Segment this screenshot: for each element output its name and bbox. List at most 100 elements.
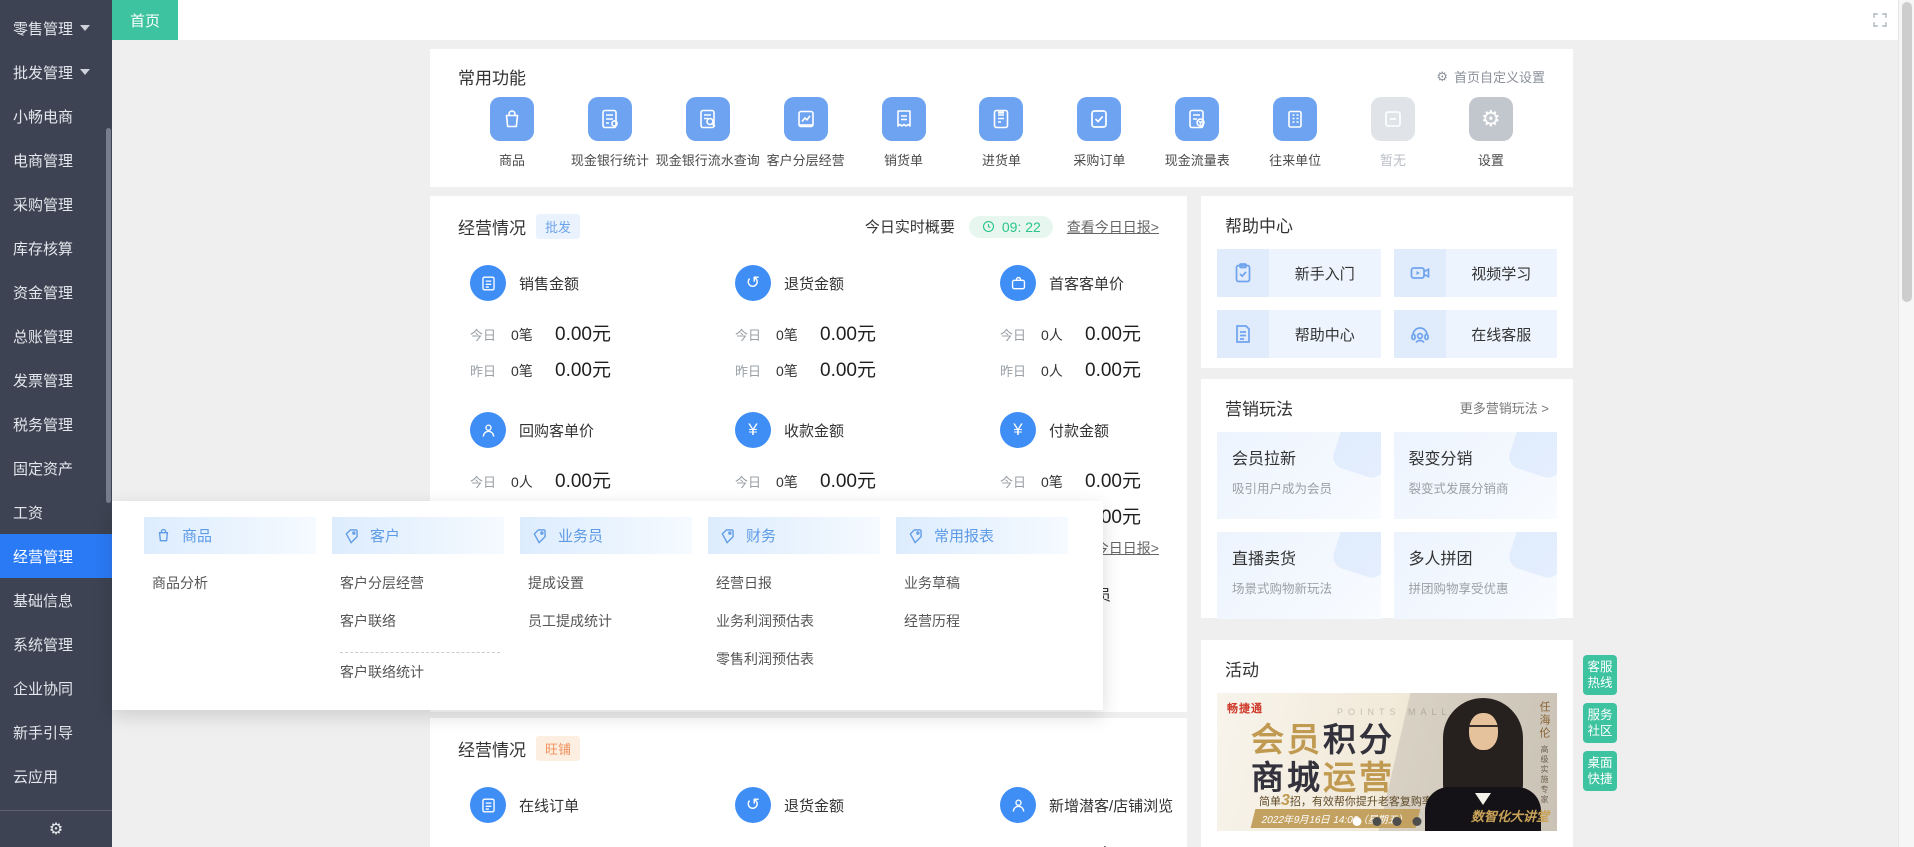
sidebar-item-xiaochang-ecommerce[interactable]: 小畅电商 bbox=[0, 94, 112, 138]
fullscreen-icon[interactable] bbox=[1871, 11, 1889, 29]
count-value: 0笔 bbox=[511, 363, 533, 379]
carousel-dot[interactable] bbox=[1392, 817, 1402, 826]
help-tile-label: 新手入门 bbox=[1294, 265, 1355, 283]
help-tile-online-service[interactable]: 在线客服 bbox=[1393, 310, 1557, 358]
page-scrollbar-thumb[interactable] bbox=[1902, 2, 1912, 302]
help-tile-help-center[interactable]: 帮助中心 bbox=[1217, 310, 1381, 358]
carousel-dot[interactable] bbox=[1412, 817, 1422, 826]
goods-tag-icon bbox=[158, 528, 169, 542]
quick-action-partner-units[interactable]: 往来单位 bbox=[1247, 97, 1343, 169]
goods-bag-icon bbox=[490, 97, 534, 141]
flyout-item-business-profit-forecast[interactable]: 业务利润预估表 bbox=[716, 614, 880, 628]
sidebar-settings-button[interactable]: ⚙ bbox=[0, 810, 112, 847]
marketing-tile-group-buying[interactable]: 多人拼团 拼团购物享受优惠 bbox=[1393, 532, 1557, 619]
flyout-item-business-history[interactable]: 经营历程 bbox=[904, 614, 1068, 628]
metric-label: 新增潜客/店铺浏览 bbox=[1049, 797, 1174, 815]
flyout-item-retail-profit-forecast[interactable]: 零售利润预估表 bbox=[716, 652, 880, 666]
quick-actions-title: 常用功能 bbox=[458, 69, 526, 88]
sidebar-item-business-management[interactable]: 经营管理 bbox=[0, 534, 121, 578]
sidebar-item-label: 总账管理 bbox=[13, 328, 74, 346]
sidebar-item-label: 库存核算 bbox=[13, 240, 74, 258]
flyout-item-goods-analysis[interactable]: 商品分析 bbox=[152, 576, 316, 590]
sidebar-menu: 零售管理 批发管理 小畅电商 电商管理 采购管理 库存核算 资金管理 总账管理 … bbox=[0, 0, 121, 798]
price-tag-icon bbox=[345, 529, 358, 544]
partner-units-icon bbox=[1273, 97, 1318, 141]
quick-action-settings[interactable]: ⚙ 设置 bbox=[1443, 97, 1539, 169]
quick-action-sales-order[interactable]: 销货单 bbox=[856, 97, 952, 169]
hidden-section-report-link-fragment[interactable]: 今日日报> bbox=[1095, 538, 1159, 558]
flyout-item-daily-business-report[interactable]: 经营日报 bbox=[716, 576, 880, 590]
quick-action-label: 进货单 bbox=[981, 153, 1021, 168]
view-daily-report-link[interactable]: 查看今日日报> bbox=[1067, 217, 1159, 237]
flyout-section-header: 财务 bbox=[708, 517, 880, 554]
quick-action-cash-bank-stats[interactable]: 现金银行统计 bbox=[562, 97, 658, 169]
sidebar-item-general-ledger[interactable]: 总账管理 bbox=[0, 314, 112, 358]
fab-label-line: 热线 bbox=[1587, 676, 1613, 690]
quick-action-empty: 暂无 bbox=[1345, 97, 1441, 169]
help-tile-label: 视频学习 bbox=[1471, 265, 1532, 283]
dashed-divider bbox=[340, 652, 500, 653]
metric-label: 回购客单价 bbox=[519, 422, 595, 440]
help-tile-video-learning[interactable]: 视频学习 bbox=[1393, 249, 1557, 297]
quick-action-customer-tier[interactable]: 客户分层经营 bbox=[758, 97, 854, 169]
sidebar-item-collaboration[interactable]: 企业协同 bbox=[0, 666, 112, 710]
sidebar-item-label: 新手引导 bbox=[13, 724, 74, 742]
sidebar-item-cloud-apps[interactable]: 云应用 bbox=[0, 754, 112, 798]
banner-subtitle: 简单3招，有效帮你提升老客复购率 bbox=[1259, 792, 1433, 809]
metric-label: 销售金额 bbox=[519, 275, 580, 293]
flyout-item-customer-tier[interactable]: 客户分层经营 bbox=[340, 576, 504, 590]
sidebar-item-funds[interactable]: 资金管理 bbox=[0, 270, 112, 314]
quick-action-purchase-order[interactable]: 采购订单 bbox=[1051, 97, 1147, 169]
sidebar-item-procurement[interactable]: 采购管理 bbox=[0, 182, 112, 226]
sidebar-item-basic-info[interactable]: 基础信息 bbox=[0, 578, 112, 622]
period-label: 今日 bbox=[735, 328, 762, 343]
sidebar-item-system[interactable]: 系统管理 bbox=[0, 622, 112, 666]
amount-value: 0.00元 bbox=[555, 841, 611, 847]
sidebar-item-payroll[interactable]: 工资 bbox=[0, 490, 112, 534]
realtime-clock-badge: 09: 22 bbox=[968, 215, 1053, 238]
sidebar-item-invoice[interactable]: 发票管理 bbox=[0, 358, 112, 402]
service-community-button[interactable]: 服务 社区 bbox=[1583, 703, 1617, 743]
metric-label: 首客客单价 bbox=[1049, 275, 1125, 293]
carousel-dot[interactable] bbox=[1352, 817, 1362, 826]
home-customize-button[interactable]: ⚙ 首页自定义设置 bbox=[1436, 67, 1545, 86]
marketing-tile-member-acquisition[interactable]: 会员拉新 吸引用户成为会员 bbox=[1217, 432, 1381, 519]
desktop-shortcut-button[interactable]: 桌面 快捷 bbox=[1583, 751, 1617, 791]
activity-banner[interactable]: 畅捷通 POINTS MALL 会员积分 商城运营 简单3招，有效帮你提升老客复… bbox=[1217, 693, 1557, 831]
service-hotline-button[interactable]: 客服 热线 bbox=[1583, 655, 1617, 695]
help-tile-beginner[interactable]: 新手入门 bbox=[1217, 249, 1381, 297]
flyout-section-header: 客户 bbox=[332, 517, 504, 554]
cash-bank-stats-icon bbox=[587, 97, 632, 141]
sidebar-item-wholesale[interactable]: 批发管理 bbox=[0, 50, 112, 94]
flyout-item-business-drafts[interactable]: 业务草稿 bbox=[904, 576, 1068, 590]
activity-news-item[interactable]: 一键设置开单自动带出商品折扣价！ 2022-09-21 bbox=[1201, 831, 1573, 847]
sidebar-item-beginner-guide[interactable]: 新手引导 bbox=[0, 710, 112, 754]
sidebar-item-label: 经营管理 bbox=[13, 548, 74, 566]
sidebar-item-fixed-assets[interactable]: 固定资产 bbox=[0, 446, 112, 490]
more-marketing-link[interactable]: 更多营销玩法 > bbox=[1460, 398, 1549, 417]
quick-action-goods[interactable]: 商品 bbox=[464, 97, 560, 169]
sidebar-item-tax[interactable]: 税务管理 bbox=[0, 402, 112, 446]
tab-home[interactable]: 首页 bbox=[112, 0, 178, 40]
marketing-tile-fission-distribution[interactable]: 裂变分销 裂变式发展分销商 bbox=[1393, 432, 1557, 519]
quick-action-cash-flow-search[interactable]: 现金银行流水查询 bbox=[656, 97, 760, 169]
flyout-item-commission-settings[interactable]: 提成设置 bbox=[528, 576, 692, 590]
flyout-item-customer-contact-stats[interactable]: 客户联络统计 bbox=[340, 665, 504, 679]
count-value: 0笔 bbox=[776, 363, 798, 379]
quick-action-cash-flow-sheet[interactable]: 现金流量表 bbox=[1149, 97, 1245, 169]
carousel-dot[interactable] bbox=[1372, 817, 1382, 826]
flyout-section-title: 常用报表 bbox=[934, 528, 995, 545]
quick-action-purchase-receipt[interactable]: 进货单 bbox=[953, 97, 1049, 169]
marketing-tile-live-selling[interactable]: 直播卖货 场景式购物新玩法 bbox=[1217, 532, 1381, 619]
metric-sales-amount: 销售金额 今日 0笔 0.00元 昨日 0笔 0.00元 bbox=[470, 265, 735, 412]
customer-tier-icon bbox=[783, 97, 828, 141]
sidebar-item-inventory[interactable]: 库存核算 bbox=[0, 226, 112, 270]
period-label: 今日 bbox=[1000, 475, 1027, 490]
sidebar-item-label: 资金管理 bbox=[13, 284, 74, 302]
refund-amount-icon: ↺ bbox=[735, 787, 771, 823]
flyout-item-customer-contact[interactable]: 客户联络 bbox=[340, 614, 504, 628]
sidebar-item-ecommerce[interactable]: 电商管理 bbox=[0, 138, 112, 182]
sidebar-item-retail[interactable]: 零售管理 bbox=[0, 6, 112, 50]
flyout-item-staff-commission-stats[interactable]: 员工提成统计 bbox=[528, 614, 692, 628]
sidebar-scrollbar[interactable] bbox=[106, 128, 111, 503]
